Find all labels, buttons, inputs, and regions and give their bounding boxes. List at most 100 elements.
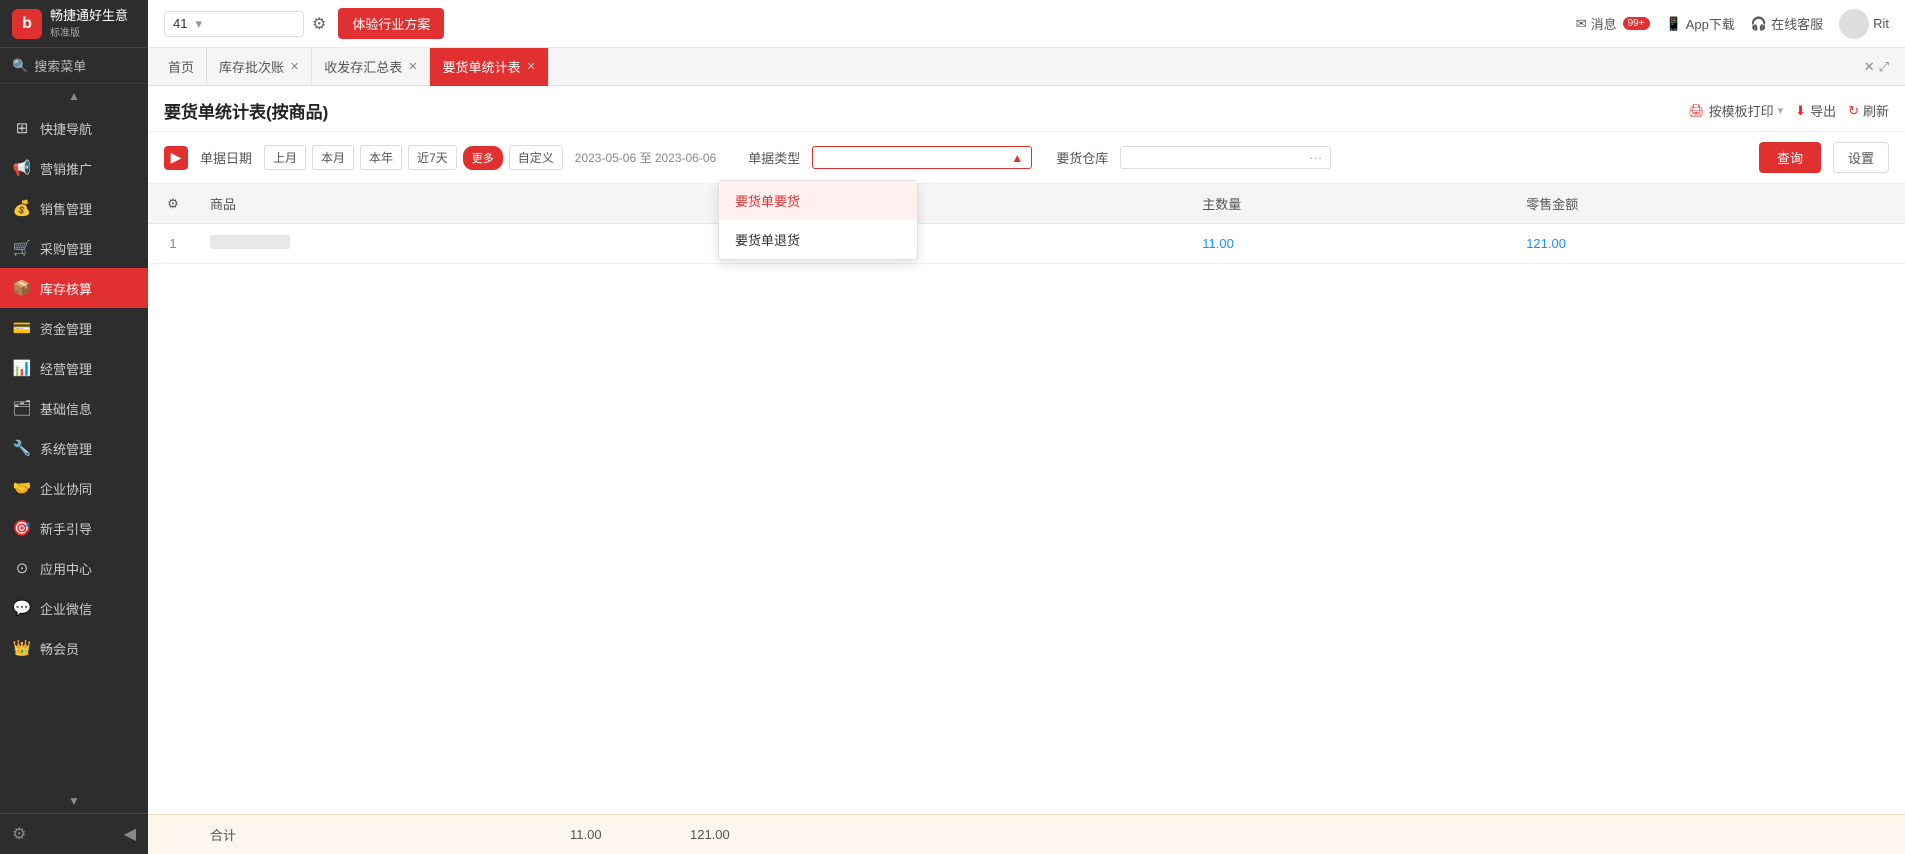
warehouse-filter-label: 要货仓库 [1056, 148, 1108, 167]
col-amount: 零售金额 [1514, 184, 1905, 224]
dropdown-item-0[interactable]: 要货单要货 [719, 181, 917, 220]
export-icon: ⬇ [1795, 103, 1806, 119]
sidebar-item-wechat[interactable]: 💬 企业微信 [0, 588, 148, 628]
system-icon: 🔧 [12, 438, 32, 458]
operation-icon: 📊 [12, 358, 32, 378]
col-qty: 主数量 [1190, 184, 1514, 224]
type-dropdown: 要货单要货 要货单退货 [718, 180, 918, 260]
warehouse-more-icon[interactable]: ··· [1309, 150, 1322, 165]
page-title: 要货单统计表(按商品) [164, 98, 328, 123]
sidebar-item-label: 企业微信 [40, 599, 92, 618]
date-btn-this-month[interactable]: 本月 [312, 145, 354, 170]
sidebar-item-enterprise[interactable]: 🤝 企业协同 [0, 468, 148, 508]
tab-batch-account[interactable]: 库存批次账 ✕ [207, 48, 312, 86]
user-profile[interactable]: Rit [1839, 9, 1889, 39]
sidebar-item-marketing[interactable]: 📢 营销推广 [0, 148, 148, 188]
tab-order-summary[interactable]: 要货单统计表 ✕ [430, 48, 548, 86]
app-download-action[interactable]: 📱 App下载 [1666, 14, 1735, 33]
type-filter-field[interactable] [821, 150, 1011, 165]
export-action[interactable]: ⬇ 导出 [1795, 101, 1836, 120]
qty-link[interactable]: 11.00 [1202, 236, 1234, 251]
sidebar-search[interactable]: 🔍 搜索菜单 [0, 48, 148, 84]
company-selector[interactable]: 41 ▾ [164, 11, 304, 37]
cell-product [198, 224, 733, 264]
date-btn-last-month[interactable]: 上月 [264, 145, 306, 170]
header-gear-icon[interactable]: ⚙ [312, 14, 326, 34]
date-filter-label: 单据日期 [200, 148, 252, 167]
dropdown-item-0-label: 要货单要货 [735, 194, 800, 209]
date-btn-this-year[interactable]: 本年 [360, 145, 402, 170]
footer-total-label: 合计 [198, 825, 458, 844]
sidebar-item-label: 经营管理 [40, 359, 92, 378]
refresh-action[interactable]: ↻ 刷新 [1848, 101, 1889, 120]
amount-link[interactable]: 121.00 [1526, 236, 1566, 251]
company-arrow-icon: ▾ [195, 16, 202, 32]
print-icon: 🖨 [1688, 103, 1705, 119]
tab-order-summary-close-icon[interactable]: ✕ [527, 60, 536, 73]
page-header: 要货单统计表(按商品) 🖨 按模板打印 ▾ ⬇ 导出 ↻ 刷新 [148, 86, 1905, 132]
sidebar-item-app-center[interactable]: ⊙ 应用中心 [0, 548, 148, 588]
sidebar-item-system[interactable]: 🔧 系统管理 [0, 428, 148, 468]
tab-home-label: 首页 [168, 57, 194, 76]
app-logo-icon: b [12, 9, 42, 39]
collapse-icon[interactable]: ◀ [124, 824, 136, 844]
type-filter-arrow-icon[interactable]: ▲ [1011, 151, 1023, 165]
date-btn-7days[interactable]: 近7天 [408, 145, 457, 170]
query-button[interactable]: 查询 [1759, 142, 1821, 173]
sidebar-item-label: 基础信息 [40, 399, 92, 418]
table-row: 1 块 11.00 121.00 [148, 224, 1905, 264]
inventory-icon: 📦 [12, 278, 32, 298]
sidebar-logo: b 畅捷通好生意 标准版 [0, 0, 148, 48]
guide-icon: 🎯 [12, 518, 32, 538]
footer-amount: 121.00 [678, 827, 798, 842]
sales-icon: 💰 [12, 198, 32, 218]
type-filter-input[interactable]: ▲ [812, 146, 1032, 169]
data-table: ⚙ 商品 主计量单位 主数量 零售金额 1 块 11.00 [148, 184, 1905, 264]
warehouse-filter-field[interactable] [1129, 150, 1305, 165]
sidebar-item-member[interactable]: 👑 畅会员 [0, 628, 148, 668]
app-download-label: App下载 [1686, 14, 1735, 33]
sidebar-nav: ⊞ 快捷导航 📢 营销推广 💰 销售管理 🛒 采购管理 📦 库存核算 💳 资金管… [0, 108, 148, 789]
date-btn-custom[interactable]: 自定义 [509, 145, 563, 170]
sidebar-item-finance[interactable]: 💳 资金管理 [0, 308, 148, 348]
print-action[interactable]: 🖨 按模板打印 ▾ [1688, 101, 1783, 120]
tab-receive-summary[interactable]: 收发存汇总表 ✕ [312, 48, 430, 86]
sidebar-item-purchase[interactable]: 🛒 采购管理 [0, 228, 148, 268]
close-all-icon: ✕ [1864, 59, 1875, 75]
search-label: 搜索菜单 [34, 56, 86, 75]
dropdown-item-1[interactable]: 要货单退货 [719, 220, 917, 259]
top-header: 41 ▾ ⚙ 体验行业方案 ✉ 消息 99+ 📱 App下载 🎧 在线客服 R [148, 0, 1905, 48]
sidebar-item-guide[interactable]: 🎯 新手引导 [0, 508, 148, 548]
filter-expand-btn[interactable]: ▶ [164, 146, 188, 170]
tab-close-all[interactable]: ✕ ⤢ [1856, 59, 1897, 75]
tab-receive-summary-close-icon[interactable]: ✕ [408, 60, 417, 73]
settings-button[interactable]: 设置 [1833, 142, 1889, 173]
sidebar-item-operation[interactable]: 📊 经营管理 [0, 348, 148, 388]
refresh-icon: ↻ [1848, 103, 1859, 119]
sidebar-scroll-up[interactable]: ▲ [0, 84, 148, 108]
sidebar-scroll-down[interactable]: ▼ [0, 789, 148, 813]
sidebar-item-inventory[interactable]: 📦 库存核算 [0, 268, 148, 308]
sidebar-item-basic[interactable]: 🗂 基础信息 [0, 388, 148, 428]
sidebar-item-quick-nav[interactable]: ⊞ 快捷导航 [0, 108, 148, 148]
trial-button[interactable]: 体验行业方案 [338, 8, 444, 39]
user-avatar [1839, 9, 1869, 39]
enterprise-icon: 🤝 [12, 478, 32, 498]
warehouse-filter-input[interactable]: ··· [1120, 146, 1331, 169]
col-settings[interactable]: ⚙ [148, 184, 198, 224]
wechat-icon: 💬 [12, 598, 32, 618]
tab-home[interactable]: 首页 [156, 48, 207, 86]
footer-qty: 11.00 [558, 827, 678, 842]
sidebar-item-sales[interactable]: 💰 销售管理 [0, 188, 148, 228]
settings-icon[interactable]: ⚙ [12, 824, 26, 844]
tab-batch-account-label: 库存批次账 [219, 57, 284, 76]
date-btn-more[interactable]: 更多 [463, 146, 503, 170]
sidebar-footer: ⚙ ◀ [0, 813, 148, 854]
type-filter-label: 单据类型 [748, 148, 800, 167]
message-action[interactable]: ✉ 消息 99+ [1576, 14, 1650, 33]
tab-batch-account-close-icon[interactable]: ✕ [290, 60, 299, 73]
tabs-bar: 首页 库存批次账 ✕ 收发存汇总表 ✕ 要货单统计表 ✕ ✕ ⤢ [148, 48, 1905, 86]
basic-icon: 🗂 [12, 398, 32, 418]
online-service-action[interactable]: 🎧 在线客服 [1751, 14, 1823, 33]
tab-receive-summary-label: 收发存汇总表 [324, 57, 402, 76]
